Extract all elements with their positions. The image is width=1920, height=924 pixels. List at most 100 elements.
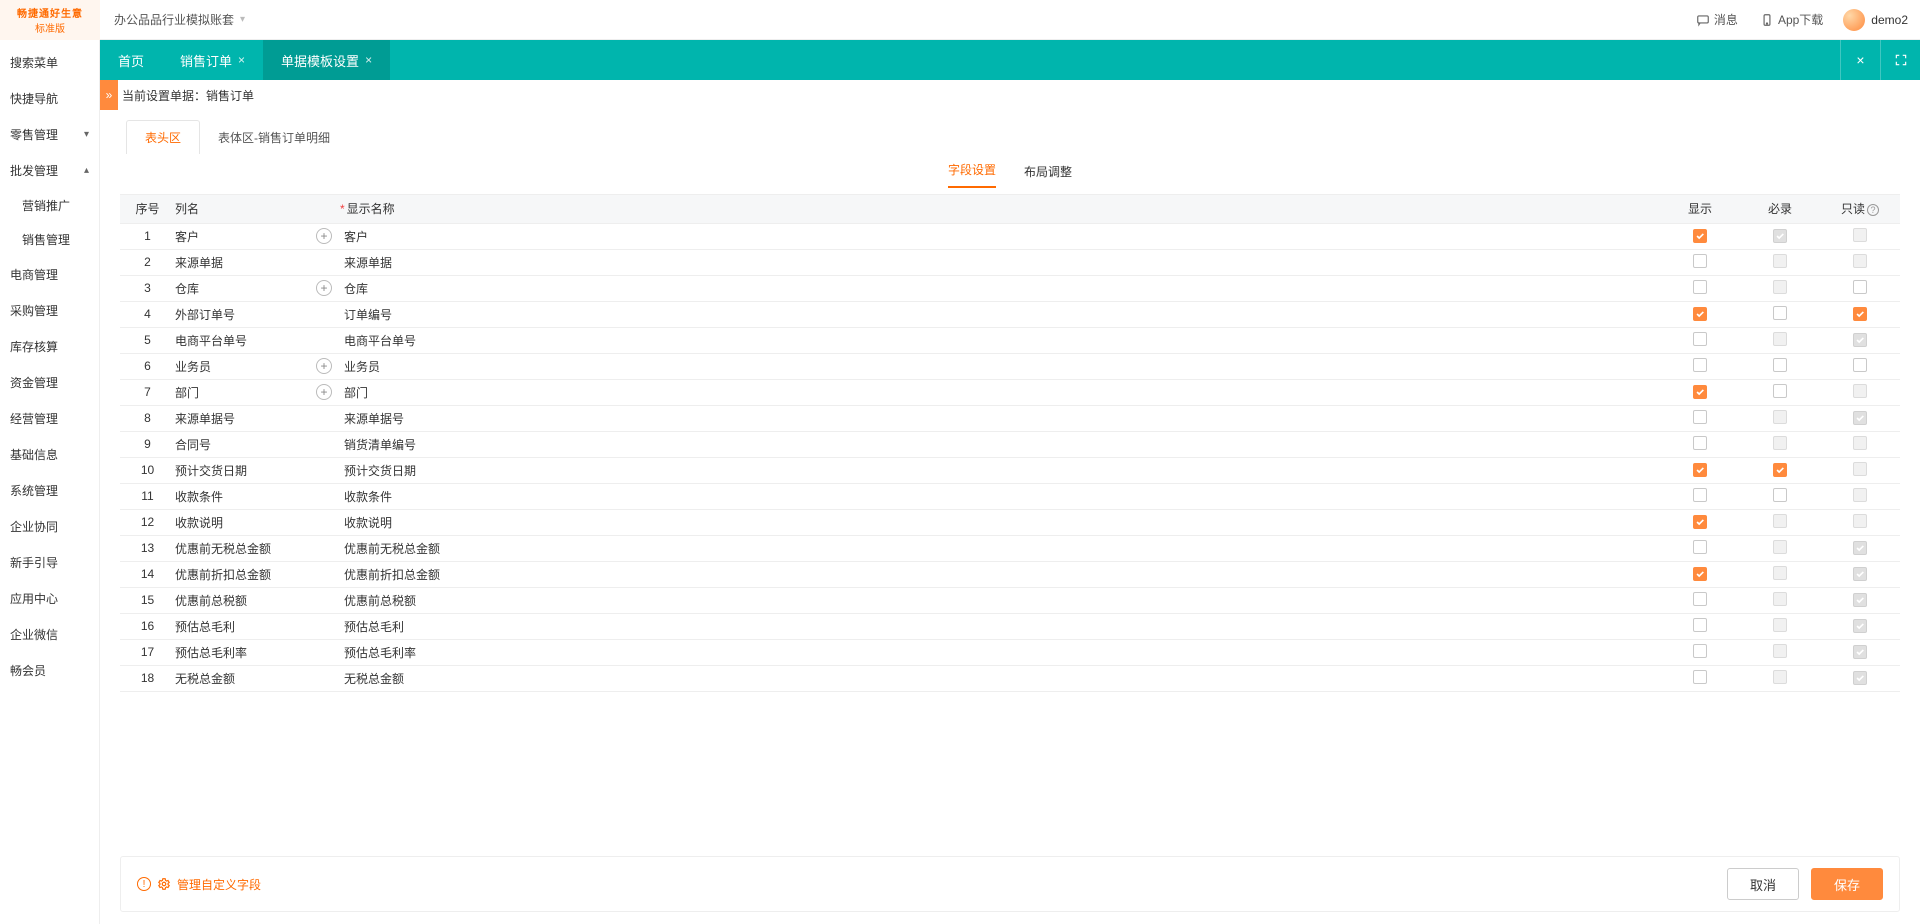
sidebar-subitem[interactable]: 营销推广 — [0, 188, 99, 222]
cell-display-name[interactable]: 来源单据号 — [340, 405, 1660, 431]
checkbox[interactable] — [1693, 592, 1707, 606]
mode-tab[interactable]: 布局调整 — [1024, 163, 1072, 188]
sidebar-item[interactable]: 批发管理▴ — [0, 152, 99, 188]
checkbox[interactable] — [1693, 670, 1707, 684]
sidebar-item[interactable]: 系统管理 — [0, 472, 99, 508]
sidebar-item[interactable]: 畅会员 — [0, 652, 99, 688]
info-icon[interactable]: ? — [1867, 204, 1879, 216]
checkbox[interactable] — [1693, 280, 1707, 294]
checkbox[interactable] — [1693, 307, 1707, 321]
close-icon[interactable]: × — [238, 53, 245, 67]
sidebar-item[interactable]: 库存核算 — [0, 328, 99, 364]
manage-custom-fields-link[interactable]: ! 管理自定义字段 — [137, 876, 261, 893]
section-tab[interactable]: 表体区-销售订单明细 — [199, 120, 349, 154]
cell-display-name[interactable]: 仓库 — [340, 275, 1660, 301]
sidebar-item[interactable]: 资金管理 — [0, 364, 99, 400]
cell-display-name[interactable]: 预估总毛利 — [340, 613, 1660, 639]
checkbox[interactable] — [1693, 488, 1707, 502]
checkbox[interactable] — [1693, 385, 1707, 399]
checkbox[interactable] — [1853, 280, 1867, 294]
sidebar-item[interactable]: 电商管理 — [0, 256, 99, 292]
checkbox[interactable] — [1773, 306, 1787, 320]
sidebar-item[interactable]: 经营管理 — [0, 400, 99, 436]
sidebar-subitem[interactable]: 销售管理 — [0, 222, 99, 256]
sidebar-item[interactable]: 采购管理 — [0, 292, 99, 328]
cell-display-name[interactable]: 来源单据 — [340, 249, 1660, 275]
checkbox[interactable] — [1773, 384, 1787, 398]
messages-button[interactable]: 消息 — [1696, 11, 1738, 28]
checkbox[interactable] — [1693, 618, 1707, 632]
add-icon[interactable]: + — [316, 358, 332, 374]
checkbox[interactable] — [1693, 436, 1707, 450]
cancel-button[interactable]: 取消 — [1727, 868, 1799, 900]
cell-display-name[interactable]: 订单编号 — [340, 301, 1660, 327]
cell-idx: 4 — [120, 301, 175, 327]
add-icon[interactable]: + — [316, 280, 332, 296]
cell-display-name[interactable]: 销货清单编号 — [340, 431, 1660, 457]
section-tab[interactable]: 表头区 — [126, 120, 200, 154]
cell-display-name[interactable]: 预估总毛利率 — [340, 639, 1660, 665]
cell-show — [1660, 431, 1740, 457]
workspace-tab[interactable]: 销售订单× — [162, 40, 263, 80]
cell-display-name[interactable]: 优惠前折扣总金额 — [340, 561, 1660, 587]
cell-display-name[interactable]: 部门 — [340, 379, 1660, 405]
sidebar-item[interactable]: 新手引导 — [0, 544, 99, 580]
sidebar-item[interactable]: 企业协同 — [0, 508, 99, 544]
account-set-selector[interactable]: 办公品品行业模拟账套 ▾ — [114, 11, 245, 28]
cell-display-name[interactable]: 客户 — [340, 223, 1660, 249]
add-icon[interactable]: + — [316, 384, 332, 400]
sidebar-item[interactable]: 基础信息 — [0, 436, 99, 472]
checkbox[interactable] — [1853, 358, 1867, 372]
field-table-wrap[interactable]: 序号 列名 *显示名称 显示 必录 只读? 1客户+客户2来源单据来源单据3仓库… — [120, 194, 1900, 846]
checkbox — [1773, 540, 1787, 554]
sidebar-item[interactable]: 快捷导航 — [0, 80, 99, 116]
checkbox[interactable] — [1853, 307, 1867, 321]
checkbox[interactable] — [1773, 488, 1787, 502]
checkbox[interactable] — [1773, 463, 1787, 477]
checkbox[interactable] — [1693, 358, 1707, 372]
close-icon[interactable]: × — [365, 53, 372, 67]
sidebar-item[interactable]: 搜索菜单 — [0, 44, 99, 80]
fullscreen-icon[interactable] — [1880, 40, 1920, 80]
workspace-tab[interactable]: 首页 — [100, 40, 162, 80]
cell-ro — [1820, 275, 1900, 301]
checkbox[interactable] — [1693, 567, 1707, 581]
context-expand-icon[interactable]: » — [100, 80, 118, 110]
cell-ro — [1820, 535, 1900, 561]
avatar[interactable] — [1843, 9, 1865, 31]
sidebar-item[interactable]: 零售管理▾ — [0, 116, 99, 152]
cell-display-name[interactable]: 电商平台单号 — [340, 327, 1660, 353]
cell-display-name[interactable]: 业务员 — [340, 353, 1660, 379]
cell-display-name[interactable]: 优惠前总税额 — [340, 587, 1660, 613]
close-all-icon[interactable]: × — [1840, 40, 1880, 80]
checkbox[interactable] — [1693, 410, 1707, 424]
cell-ro — [1820, 509, 1900, 535]
checkbox — [1773, 618, 1787, 632]
cell-idx: 12 — [120, 509, 175, 535]
checkbox[interactable] — [1693, 254, 1707, 268]
cell-display-name[interactable]: 无税总金额 — [340, 665, 1660, 691]
checkbox — [1773, 592, 1787, 606]
checkbox[interactable] — [1693, 229, 1707, 243]
cell-display-name[interactable]: 收款条件 — [340, 483, 1660, 509]
cell-ro — [1820, 353, 1900, 379]
cell-display-name[interactable]: 预计交货日期 — [340, 457, 1660, 483]
checkbox[interactable] — [1693, 332, 1707, 346]
cell-display-name[interactable]: 优惠前无税总金额 — [340, 535, 1660, 561]
add-icon[interactable]: + — [316, 228, 332, 244]
checkbox[interactable] — [1773, 358, 1787, 372]
checkbox[interactable] — [1693, 515, 1707, 529]
save-button[interactable]: 保存 — [1811, 868, 1883, 900]
checkbox[interactable] — [1693, 644, 1707, 658]
workspace-tab[interactable]: 单据模板设置× — [263, 40, 390, 80]
sidebar-item[interactable]: 企业微信 — [0, 616, 99, 652]
checkbox[interactable] — [1693, 463, 1707, 477]
checkbox — [1853, 619, 1867, 633]
sidebar-item[interactable]: 应用中心 — [0, 580, 99, 616]
cell-display-name[interactable]: 收款说明 — [340, 509, 1660, 535]
checkbox[interactable] — [1693, 540, 1707, 554]
mode-tab[interactable]: 字段设置 — [948, 161, 996, 188]
user-name[interactable]: demo2 — [1871, 13, 1908, 27]
app-download-button[interactable]: App下载 — [1760, 11, 1823, 28]
cell-name: 业务员+ — [175, 353, 340, 379]
